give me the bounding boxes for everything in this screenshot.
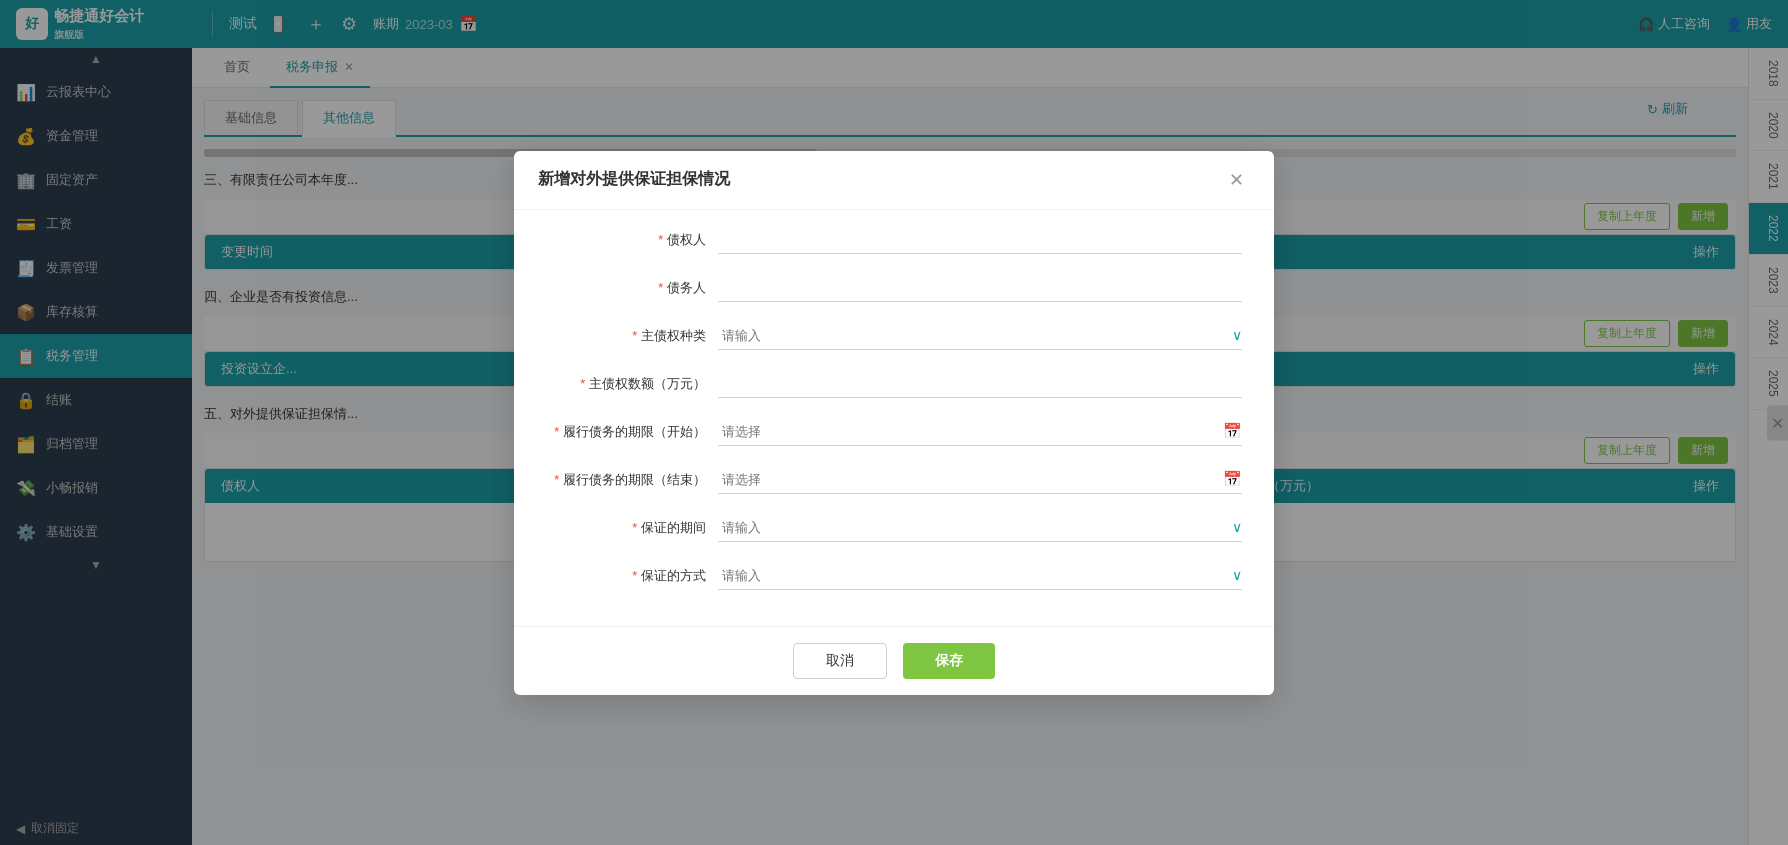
form-row-period-end: * 履行债务的期限（结束） 📅 (546, 466, 1242, 494)
form-row-debtor: * 债务人 (546, 274, 1242, 302)
period-end-input[interactable] (718, 466, 1223, 493)
modal-footer: 取消 保存 (514, 626, 1274, 695)
form-row-guarantee-period: * 保证的期间 ∨ (546, 514, 1242, 542)
guarantee-method-select[interactable]: ∨ (718, 562, 1242, 590)
creditor-input[interactable] (718, 226, 1242, 254)
period-start-input[interactable] (718, 418, 1223, 445)
guarantee-method-input[interactable] (718, 562, 1232, 589)
guarantee-method-label: * 保证的方式 (546, 567, 706, 585)
calendar-start-icon[interactable]: 📅 (1223, 422, 1242, 440)
calendar-end-icon[interactable]: 📅 (1223, 470, 1242, 488)
form-row-period-start: * 履行债务的期限（开始） 📅 (546, 418, 1242, 446)
cancel-button[interactable]: 取消 (793, 643, 887, 679)
form-row-guarantee-method: * 保证的方式 ∨ (546, 562, 1242, 590)
save-button[interactable]: 保存 (903, 643, 995, 679)
modal-dialog: 新增对外提供保证担保情况 ✕ * 债权人 * 债务人 (514, 151, 1274, 695)
form-row-creditor: * 债权人 (546, 226, 1242, 254)
period-end-label: * 履行债务的期限（结束） (546, 471, 706, 489)
creditor-type-chevron-icon[interactable]: ∨ (1232, 327, 1242, 343)
period-start-date[interactable]: 📅 (718, 418, 1242, 446)
creditor-type-input[interactable] (718, 322, 1232, 349)
period-end-date[interactable]: 📅 (718, 466, 1242, 494)
form-row-creditor-type: * 主债权种类 ∨ (546, 322, 1242, 350)
debtor-label: * 债务人 (546, 279, 706, 297)
period-start-label: * 履行债务的期限（开始） (546, 423, 706, 441)
guarantee-method-chevron-icon[interactable]: ∨ (1232, 567, 1242, 583)
modal-title: 新增对外提供保证担保情况 (538, 169, 730, 190)
modal-overlay: 新增对外提供保证担保情况 ✕ * 债权人 * 债务人 (0, 0, 1788, 845)
guarantee-period-select[interactable]: ∨ (718, 514, 1242, 542)
form-row-creditor-amount: * 主债权数额（万元） (546, 370, 1242, 398)
creditor-type-select[interactable]: ∨ (718, 322, 1242, 350)
creditor-amount-input[interactable] (718, 370, 1242, 398)
guarantee-period-input[interactable] (718, 514, 1232, 541)
guarantee-period-chevron-icon[interactable]: ∨ (1232, 519, 1242, 535)
guarantee-period-label: * 保证的期间 (546, 519, 706, 537)
creditor-type-label: * 主债权种类 (546, 327, 706, 345)
modal-body: * 债权人 * 债务人 * 主债权种类 (514, 210, 1274, 626)
creditor-label: * 债权人 (546, 231, 706, 249)
debtor-input[interactable] (718, 274, 1242, 302)
modal-close-button[interactable]: ✕ (1223, 167, 1250, 193)
creditor-amount-label: * 主债权数额（万元） (546, 375, 706, 393)
modal-header: 新增对外提供保证担保情况 ✕ (514, 151, 1274, 210)
